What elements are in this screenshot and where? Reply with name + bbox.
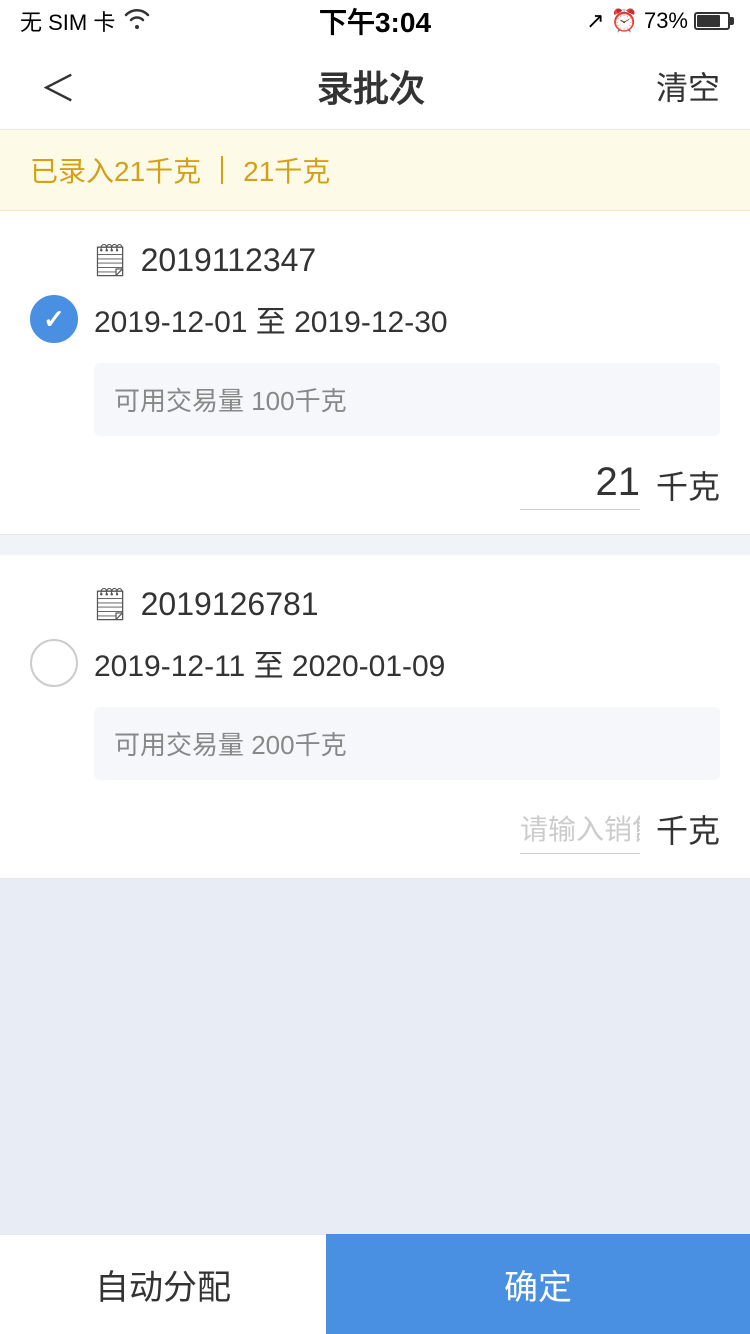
status-right: ↗ ⏰ 73% xyxy=(586,8,730,34)
info-banner: 已录入21千克 21千克 xyxy=(0,130,750,211)
sim-status: 无 SIM 卡 xyxy=(20,5,115,37)
status-time: 下午3:04 xyxy=(319,1,431,41)
batch-icon-2: 🗒 xyxy=(90,585,131,623)
nav-bar: ＜ 录批次 清空 xyxy=(0,42,750,130)
radio-2[interactable] xyxy=(30,639,78,687)
alarm-icon: ⏰ xyxy=(611,8,638,34)
battery-icon xyxy=(694,12,730,30)
quantity-input-2[interactable] xyxy=(520,804,640,849)
status-bar: 无 SIM 卡 下午3:04 ↗ ⏰ 73% xyxy=(0,0,750,42)
info-amount: 21千克 xyxy=(243,150,330,190)
quantity-unit-2: 千克 xyxy=(656,806,720,852)
bottom-buttons: 自动分配 确定 xyxy=(0,1234,750,1334)
batch-card-2: 🗒 2019126781 2019-12-11 至 2020-01-09 可用交… xyxy=(0,555,750,780)
batch-avail-text-2: 可用交易量 200千克 xyxy=(114,730,347,760)
batch-id-2: 2019126781 xyxy=(141,586,319,623)
batch-avail-row-2: 可用交易量 200千克 xyxy=(94,707,720,780)
back-button[interactable]: ＜ xyxy=(30,50,86,122)
page-title: 录批次 xyxy=(317,60,425,112)
batch-date-row-1[interactable]: 2019-12-01 至 2019-12-30 xyxy=(30,295,720,343)
status-left: 无 SIM 卡 xyxy=(20,5,151,37)
quantity-unit-1: 千克 xyxy=(656,462,720,508)
quantity-wrapper-1: 千克 xyxy=(30,460,720,510)
clear-button[interactable]: 清空 xyxy=(656,63,720,109)
batch-avail-text-1: 可用交易量 100千克 xyxy=(114,386,347,416)
radio-1[interactable] xyxy=(30,295,78,343)
batch-date-row-2[interactable]: 2019-12-11 至 2020-01-09 xyxy=(30,639,720,687)
card-separator xyxy=(0,535,750,555)
batch-icon-1: 🗒 xyxy=(90,241,131,279)
quantity-underline-2 xyxy=(520,804,640,854)
quantity-wrapper-2: 千克 xyxy=(30,804,720,854)
confirm-button[interactable]: 确定 xyxy=(326,1234,750,1334)
info-divider xyxy=(221,156,223,184)
location-icon: ↗ xyxy=(586,8,604,34)
wifi-icon xyxy=(123,7,151,35)
battery-percent: 73% xyxy=(644,8,688,34)
recorded-label: 已录入21千克 xyxy=(30,150,201,190)
quantity-row-1: 千克 xyxy=(0,436,750,535)
quantity-input-1[interactable] xyxy=(520,460,640,505)
batch-id-row-1: 🗒 2019112347 xyxy=(30,241,720,279)
batch-id-row-2: 🗒 2019126781 xyxy=(30,585,720,623)
quantity-row-2: 千克 xyxy=(0,780,750,879)
batch-avail-row-1: 可用交易量 100千克 xyxy=(94,363,720,436)
batch-card-1: 🗒 2019112347 2019-12-01 至 2019-12-30 可用交… xyxy=(0,211,750,436)
batch-id-1: 2019112347 xyxy=(141,242,317,279)
quantity-underline-1 xyxy=(520,460,640,510)
batch-date-2: 2019-12-11 至 2020-01-09 xyxy=(94,641,445,685)
batch-date-1: 2019-12-01 至 2019-12-30 xyxy=(94,297,448,341)
auto-distribute-button[interactable]: 自动分配 xyxy=(0,1234,326,1334)
